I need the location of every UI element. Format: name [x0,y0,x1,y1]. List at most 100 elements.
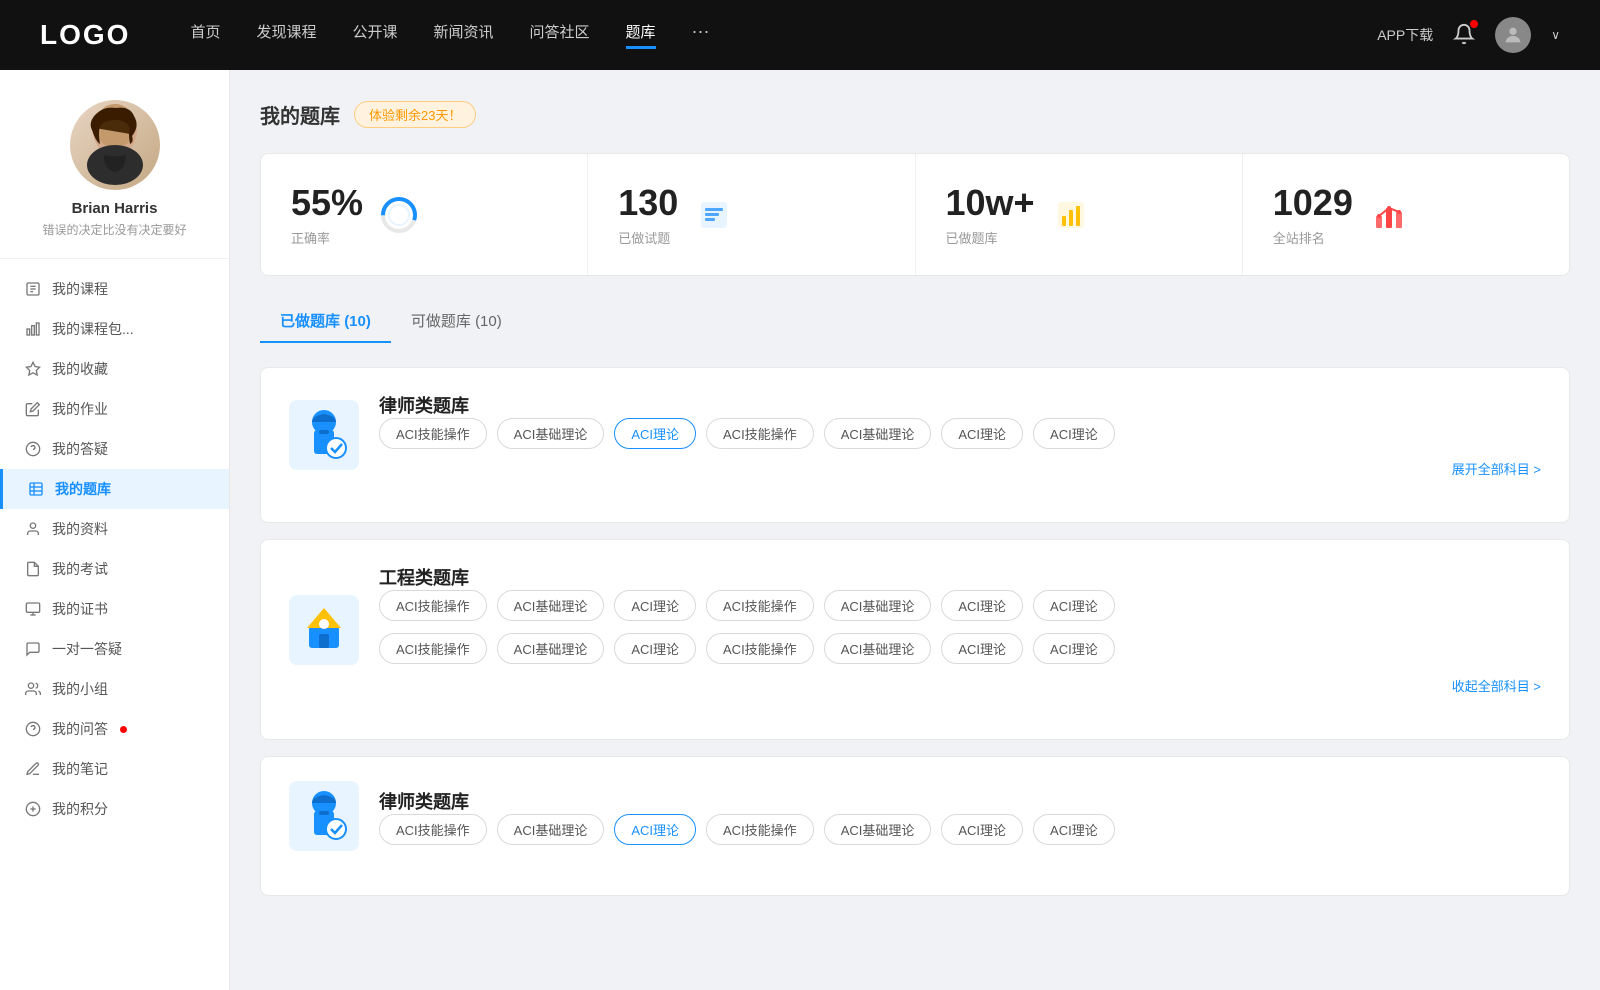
nav-news[interactable]: 新闻资讯 [434,21,494,49]
bank-tag[interactable]: ACI技能操作 [706,814,814,845]
bank-tag[interactable]: ACI技能操作 [379,418,487,449]
bank-tag[interactable]: ACI理论 [1033,633,1115,664]
sidebar-item-packages[interactable]: 我的课程包... [0,309,229,349]
page-header: 我的题库 体验剩余23天！ [260,100,1570,129]
bank-tag-active[interactable]: ACI理论 [614,814,696,845]
bank-tag[interactable]: ACI理论 [1033,814,1115,845]
sidebar-label-homework: 我的作业 [52,399,108,419]
sidebar-item-profile[interactable]: 我的资料 [0,509,229,549]
stat-banks-text: 10w+ 已做题库 [946,182,1035,247]
qa-notification-dot [120,726,127,733]
sidebar-label-exams: 我的考试 [52,559,108,579]
stats-row: 55% 正确率 130 已做试题 [260,153,1570,276]
sidebar: Brian Harris 错误的决定比没有决定要好 我的课程 我的课程包... [0,70,230,990]
sidebar-item-points[interactable]: 我的积分 [0,789,229,829]
bank-tag-active[interactable]: ACI理论 [614,418,696,449]
nav-bank[interactable]: 题库 [626,21,656,49]
chat-icon [24,640,42,658]
bank-tag[interactable]: ACI理论 [1033,418,1115,449]
sidebar-label-tutor: 一对一答疑 [52,639,122,659]
nav-qa[interactable]: 问答社区 [530,21,590,49]
bank-tag[interactable]: ACI基础理论 [824,814,932,845]
sidebar-item-tutor[interactable]: 一对一答疑 [0,629,229,669]
doc-icon [24,560,42,578]
bank-tag[interactable]: ACI技能操作 [706,590,814,621]
bank-tag[interactable]: ACI基础理论 [824,590,932,621]
bank-tag[interactable]: ACI理论 [1033,590,1115,621]
tab-available-label: 可做题库 [411,313,471,330]
sidebar-item-group[interactable]: 我的小组 [0,669,229,709]
bank-tags-lawyer2: ACI技能操作 ACI基础理论 ACI理论 ACI技能操作 ACI基础理论 AC… [379,814,1541,845]
bank-tag[interactable]: ACI理论 [941,418,1023,449]
chart-icon [24,320,42,338]
person-icon [24,520,42,538]
qa-icon [24,720,42,738]
bank-tag[interactable]: ACI理论 [614,590,696,621]
bank-tag[interactable]: ACI技能操作 [379,633,487,664]
nav-openclass[interactable]: 公开课 [352,21,397,49]
app-download-link[interactable]: APP下载 [1377,25,1433,45]
bank-tag[interactable]: ACI基础理论 [824,418,932,449]
bank-tag[interactable]: ACI技能操作 [706,418,814,449]
tabs: 已做题库 (10) 可做题库 (10) [260,300,1570,343]
sidebar-menu: 我的课程 我的课程包... 我的收藏 我的作业 [0,259,229,829]
star-icon [24,360,42,378]
nav-discover[interactable]: 发现课程 [256,21,316,49]
done-banks-value: 10w+ [946,182,1035,224]
bank-tag[interactable]: ACI基础理论 [824,633,932,664]
sidebar-item-notes[interactable]: 我的笔记 [0,749,229,789]
sidebar-label-myqa: 我的问答 [52,719,108,739]
rank-icon [1369,195,1409,235]
bank-tag[interactable]: ACI基础理论 [497,814,605,845]
sidebar-item-myqa[interactable]: 我的问答 [0,709,229,749]
bank-content-lawyer2: 律师类题库 ACI技能操作 ACI基础理论 ACI理论 ACI技能操作 ACI基… [379,788,1541,845]
done-questions-label: 已做试题 [618,228,678,247]
sidebar-label-packages: 我的课程包... [52,319,134,339]
profile-section: Brian Harris 错误的决定比没有决定要好 [0,100,229,259]
sidebar-item-favorites[interactable]: 我的收藏 [0,349,229,389]
sidebar-item-bank[interactable]: 我的题库 [0,469,229,509]
nav-home[interactable]: 首页 [190,21,220,49]
bank-tags-engineer-row2: ACI技能操作 ACI基础理论 ACI理论 ACI技能操作 ACI基础理论 AC… [379,633,1541,664]
sidebar-item-questions[interactable]: 我的答疑 [0,429,229,469]
nav-more[interactable]: ··· [692,21,710,49]
rank-label: 全站排名 [1273,228,1353,247]
bank-icon-engineer [289,595,359,665]
bank-tag[interactable]: ACI技能操作 [379,590,487,621]
logo: LOGO [40,19,130,51]
bank-tag[interactable]: ACI理论 [614,633,696,664]
sidebar-item-homework[interactable]: 我的作业 [0,389,229,429]
tab-available-count: (10) [475,313,502,330]
stat-accuracy-text: 55% 正确率 [291,182,363,247]
bank-tag[interactable]: ACI理论 [941,590,1023,621]
user-menu-chevron[interactable]: ∨ [1551,28,1560,42]
bank-tag[interactable]: ACI基础理论 [497,418,605,449]
accuracy-icon [379,195,419,235]
sidebar-item-courses[interactable]: 我的课程 [0,269,229,309]
sidebar-item-exams[interactable]: 我的考试 [0,549,229,589]
tab-done[interactable]: 已做题库 (10) [260,300,391,343]
bank-section-engineer: 工程类题库 ACI技能操作 ACI基础理论 ACI理论 ACI技能操作 ACI基… [260,539,1570,740]
bank-tag[interactable]: ACI技能操作 [379,814,487,845]
bank-tag[interactable]: ACI理论 [941,814,1023,845]
bank-tag[interactable]: ACI理论 [941,633,1023,664]
bank-header-lawyer: 律师类题库 ACI技能操作 ACI基础理论 ACI理论 ACI技能操作 ACI基… [289,392,1541,478]
sidebar-label-questions: 我的答疑 [52,439,108,459]
collapse-link-engineer[interactable]: 收起全部科目 > [379,676,1541,695]
bank-tags-lawyer: ACI技能操作 ACI基础理论 ACI理论 ACI技能操作 ACI基础理论 AC… [379,418,1541,449]
page-title: 我的题库 [260,100,340,129]
user-avatar[interactable] [1495,17,1531,53]
done-questions-value: 130 [618,182,678,224]
table-icon [27,480,45,498]
bank-tag[interactable]: ACI技能操作 [706,633,814,664]
trial-badge: 体验剩余23天！ [354,101,476,128]
bank-tag[interactable]: ACI基础理论 [497,633,605,664]
expand-link-lawyer[interactable]: 展开全部科目 > [379,459,1541,478]
sidebar-item-certs[interactable]: 我的证书 [0,589,229,629]
bank-tag[interactable]: ACI基础理论 [497,590,605,621]
bank-icon-lawyer [289,400,359,470]
sidebar-label-group: 我的小组 [52,679,108,699]
stat-done-text: 130 已做试题 [618,182,678,247]
notification-bell[interactable] [1453,23,1475,48]
tab-available[interactable]: 可做题库 (10) [391,300,522,343]
